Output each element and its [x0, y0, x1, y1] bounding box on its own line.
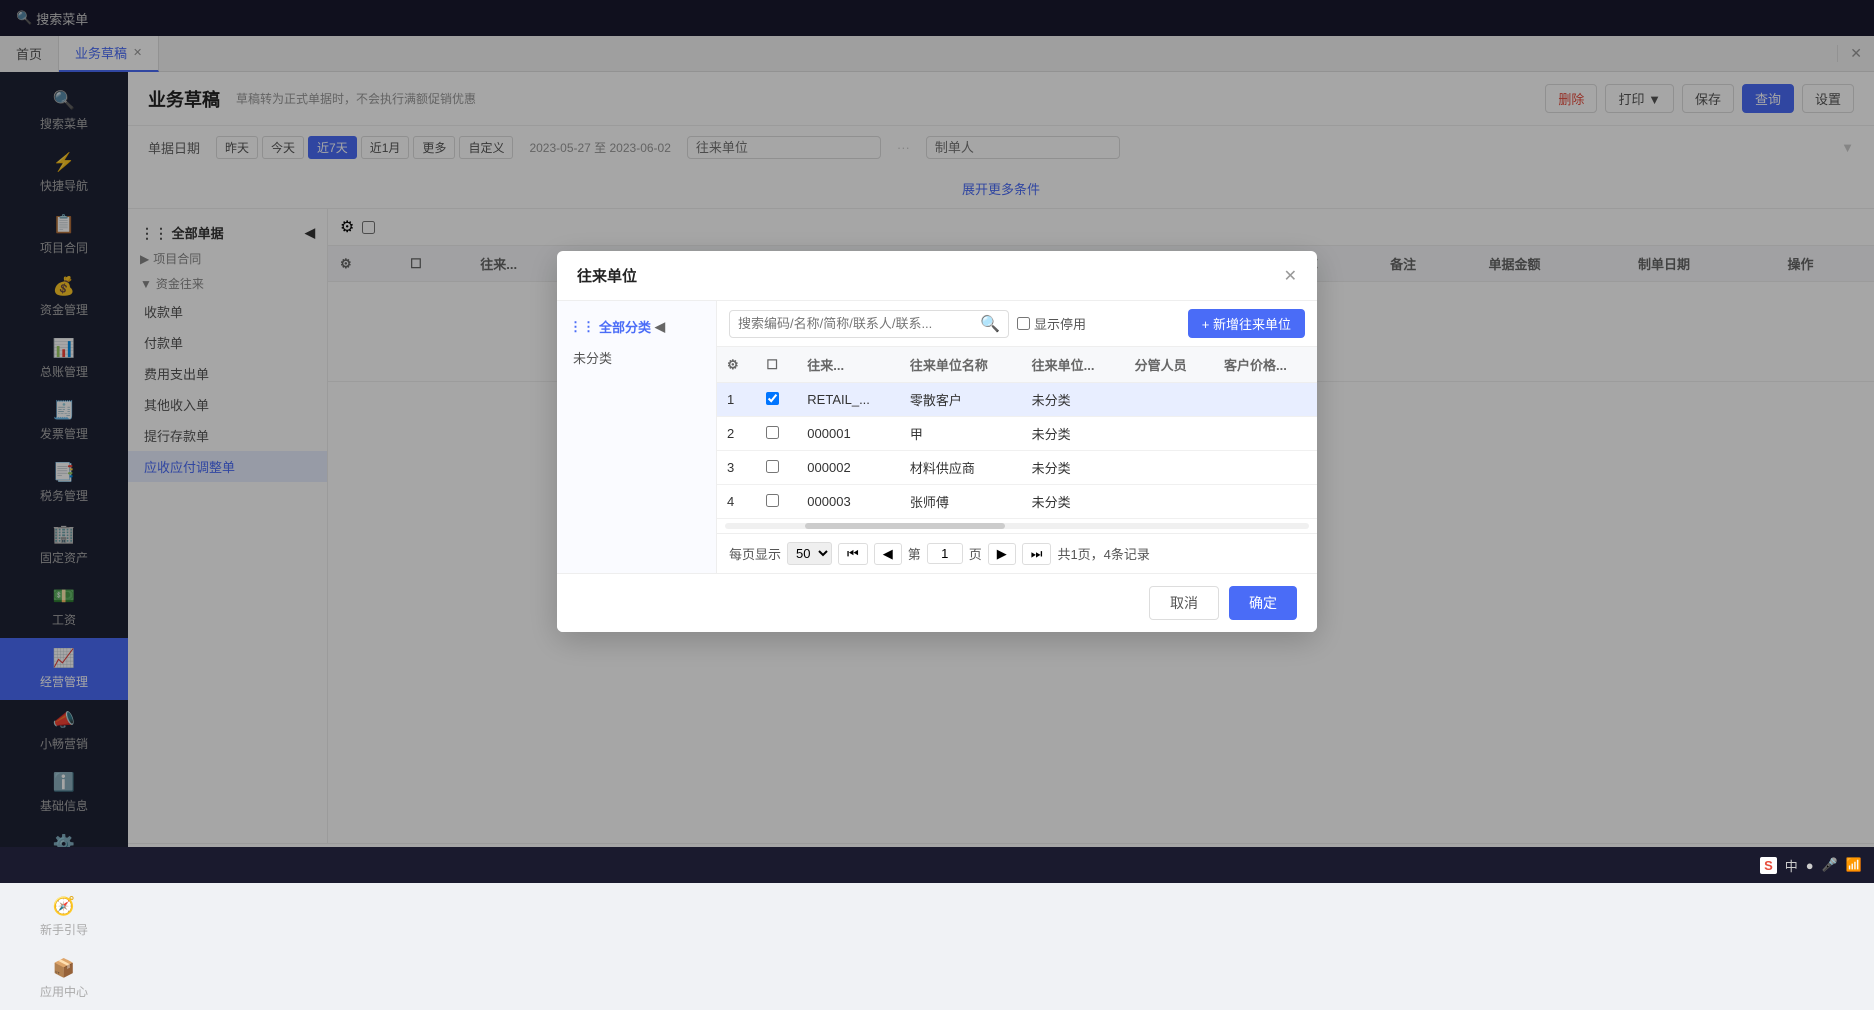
row2-code: 000001 — [797, 417, 900, 451]
dialog-search-icon[interactable]: 🔍 — [980, 314, 1000, 334]
row1-price — [1214, 383, 1317, 417]
dialog-overlay: 往来单位 ✕ ⋮⋮ 全部分类 ◀ 未分类 — [0, 0, 1874, 883]
row3-cat: 未分类 — [1022, 451, 1125, 485]
apps-icon: 📦 — [53, 958, 75, 979]
dcol-manager: 分管人员 — [1125, 347, 1214, 383]
row3-check[interactable] — [756, 451, 797, 485]
dcol-price: 客户价格... — [1214, 347, 1317, 383]
sidebar-item-guide[interactable]: 🧭 新手引导 — [0, 886, 128, 948]
dialog-counterpart: 往来单位 ✕ ⋮⋮ 全部分类 ◀ 未分类 — [557, 251, 1317, 632]
dialog-left-collapse-btn[interactable]: ◀ — [655, 319, 665, 335]
dialog-search-wrap: 🔍 — [729, 310, 1009, 338]
row4-cat: 未分类 — [1022, 485, 1125, 519]
total-info: 共1页，4条记录 — [1057, 544, 1149, 563]
row2-manager — [1125, 417, 1214, 451]
table-row[interactable]: 4 000003 张师傅 未分类 — [717, 485, 1317, 519]
row4-check[interactable] — [756, 485, 797, 519]
dcol-cat: 往来单位... — [1022, 347, 1125, 383]
dialog-left-header: ⋮⋮ 全部分类 ◀ — [557, 311, 716, 342]
confirm-button[interactable]: 确定 — [1229, 586, 1297, 620]
row4-price — [1214, 485, 1317, 519]
guide-icon: 🧭 — [53, 896, 75, 917]
add-counterpart-btn[interactable]: + 新增往来单位 — [1188, 309, 1305, 338]
row2-name: 甲 — [900, 417, 1022, 451]
row1-id: 1 — [717, 383, 756, 417]
row3-code: 000002 — [797, 451, 900, 485]
dcol-settings[interactable]: ⚙ — [717, 347, 756, 383]
row4-code: 000003 — [797, 485, 900, 519]
prev-page-btn[interactable]: ◀ — [874, 543, 902, 565]
per-page-select[interactable]: 50 — [787, 542, 832, 565]
sidebar-item-guide-label: 新手引导 — [40, 921, 88, 938]
show-disabled-text: 显示停用 — [1034, 314, 1086, 333]
horizontal-scrollbar[interactable] — [725, 523, 1309, 529]
dialog-table-wrap: ⚙ ☐ 往来... 往来单位名称 往来单位... 分管人员 客户价格... — [717, 347, 1317, 519]
table-row[interactable]: 1 RETAIL_... 零散客户 未分类 — [717, 383, 1317, 417]
dcol-check[interactable]: ☐ — [756, 347, 797, 383]
taskbar: S 中 ● 🎤 📶 — [0, 847, 1874, 883]
dialog-table: ⚙ ☐ 往来... 往来单位名称 往来单位... 分管人员 客户价格... — [717, 347, 1317, 519]
taskbar-network[interactable]: 📶 — [1846, 857, 1862, 873]
row1-name: 零散客户 — [900, 383, 1022, 417]
taskbar-s: S — [1760, 857, 1777, 874]
current-page-input[interactable] — [927, 543, 963, 564]
dialog-toolbar: 🔍 显示停用 + 新增往来单位 — [717, 301, 1317, 347]
row4-manager — [1125, 485, 1214, 519]
row1-cat: 未分类 — [1022, 383, 1125, 417]
taskbar-lang[interactable]: 中 — [1785, 856, 1798, 875]
dialog-title: 往来单位 — [577, 265, 637, 286]
all-category-label: 全部分类 — [599, 317, 651, 336]
dialog-pagination: 每页显示 50 ⏮ ◀ 第 页 ▶ ⏭ 共1页，4条记录 — [717, 533, 1317, 573]
dialog-header: 往来单位 ✕ — [557, 251, 1317, 301]
dialog-search-input[interactable] — [738, 316, 980, 331]
row4-id: 4 — [717, 485, 756, 519]
dialog-body: ⋮⋮ 全部分类 ◀ 未分类 🔍 显示 — [557, 301, 1317, 573]
uncategorized-label: 未分类 — [573, 351, 612, 366]
scrollbar-thumb[interactable] — [805, 523, 1005, 529]
table-row[interactable]: 2 000001 甲 未分类 — [717, 417, 1317, 451]
first-page-btn[interactable]: ⏮ — [838, 543, 868, 565]
sidebar-item-apps-label: 应用中心 — [40, 983, 88, 1000]
cancel-button[interactable]: 取消 — [1149, 586, 1219, 620]
next-page-btn[interactable]: ▶ — [988, 543, 1016, 565]
page-suffix-label: 页 — [969, 544, 982, 563]
dcol-name: 往来单位名称 — [900, 347, 1022, 383]
row2-price — [1214, 417, 1317, 451]
row3-price — [1214, 451, 1317, 485]
show-disabled-label[interactable]: 显示停用 — [1017, 314, 1086, 333]
row3-manager — [1125, 451, 1214, 485]
row2-cat: 未分类 — [1022, 417, 1125, 451]
dialog-footer: 取消 确定 — [557, 573, 1317, 632]
grid-icon: ⋮⋮ — [569, 319, 595, 335]
taskbar-dot: ● — [1806, 858, 1814, 873]
row1-check[interactable] — [756, 383, 797, 417]
row2-id: 2 — [717, 417, 756, 451]
row1-code: RETAIL_... — [797, 383, 900, 417]
per-page-label: 每页显示 — [729, 544, 781, 563]
table-row[interactable]: 3 000002 材料供应商 未分类 — [717, 451, 1317, 485]
taskbar-mic[interactable]: 🎤 — [1822, 857, 1838, 873]
row2-check[interactable] — [756, 417, 797, 451]
dialog-close-btn[interactable]: ✕ — [1284, 266, 1297, 286]
row1-manager — [1125, 383, 1214, 417]
row3-name: 材料供应商 — [900, 451, 1022, 485]
dcol-code: 往来... — [797, 347, 900, 383]
page-prefix-label: 第 — [908, 544, 921, 563]
sidebar-item-apps[interactable]: 📦 应用中心 — [0, 948, 128, 1010]
last-page-btn[interactable]: ⏭ — [1022, 543, 1052, 565]
row4-name: 张师傅 — [900, 485, 1022, 519]
dialog-right-panel: 🔍 显示停用 + 新增往来单位 ⚙ ☐ — [717, 301, 1317, 573]
dialog-left-item-uncategorized[interactable]: 未分类 — [557, 342, 716, 373]
show-disabled-checkbox[interactable] — [1017, 317, 1030, 330]
dialog-left-panel: ⋮⋮ 全部分类 ◀ 未分类 — [557, 301, 717, 573]
row3-id: 3 — [717, 451, 756, 485]
